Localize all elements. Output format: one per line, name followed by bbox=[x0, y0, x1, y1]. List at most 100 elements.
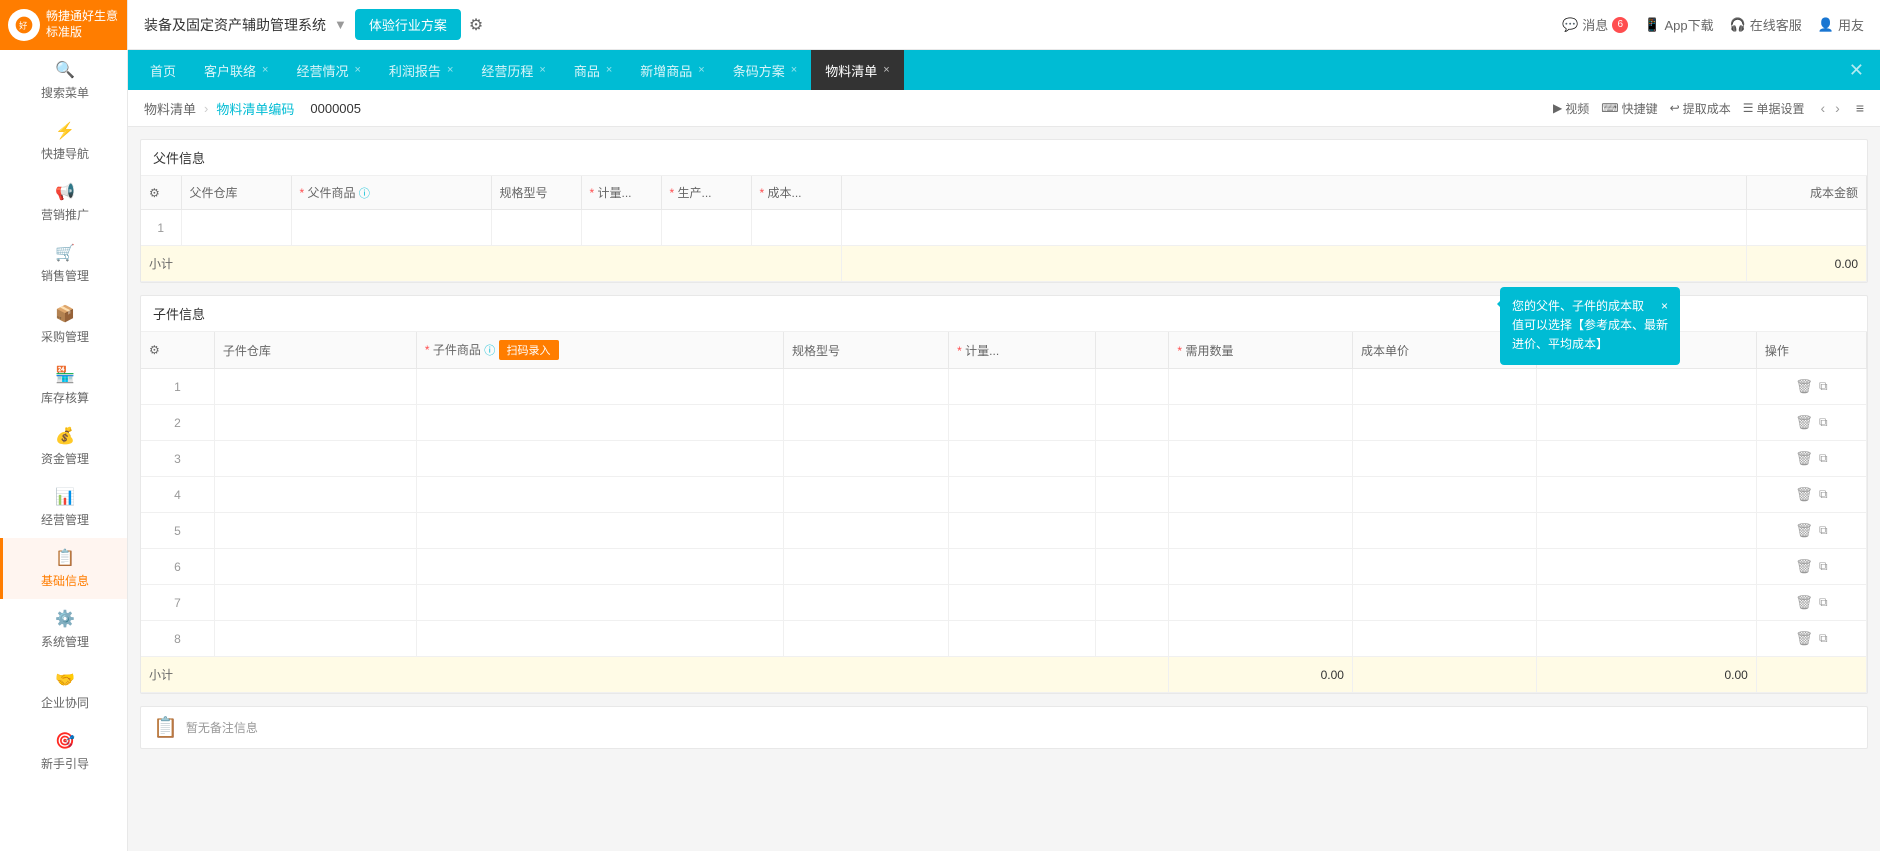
child-product-cell[interactable] bbox=[416, 585, 783, 621]
delete-row-icon[interactable]: 🗑 bbox=[1795, 378, 1813, 395]
parent-spec-cell[interactable] bbox=[491, 210, 581, 246]
tab-goods[interactable]: 商品 × bbox=[560, 50, 626, 90]
single-setting-button[interactable]: ☰ 单据设置 bbox=[1743, 100, 1805, 117]
tab-close-new-goods[interactable]: × bbox=[698, 64, 704, 76]
child-qty-cell[interactable] bbox=[1169, 441, 1353, 477]
child-spec-cell[interactable] bbox=[783, 549, 948, 585]
child-price-cell[interactable] bbox=[1352, 585, 1536, 621]
child-price-cell[interactable] bbox=[1352, 369, 1536, 405]
shortcut-button[interactable]: ⌨ 快捷键 bbox=[1601, 100, 1657, 117]
trial-button[interactable]: 体验行业方案 bbox=[355, 9, 461, 40]
child-unit-cell[interactable] bbox=[949, 441, 1096, 477]
copy-row-icon[interactable]: ⧉ bbox=[1819, 451, 1828, 466]
child-qty-cell[interactable] bbox=[1169, 585, 1353, 621]
copy-row-icon[interactable]: ⧉ bbox=[1819, 379, 1828, 394]
online-service-button[interactable]: 🎧 在线客服 bbox=[1730, 15, 1802, 34]
child-warehouse-cell[interactable] bbox=[214, 621, 416, 657]
child-spec-cell[interactable] bbox=[783, 477, 948, 513]
child-column-settings-icon[interactable]: ⚙ bbox=[149, 343, 160, 357]
child-warehouse-cell[interactable] bbox=[214, 405, 416, 441]
child-warehouse-cell[interactable] bbox=[214, 549, 416, 585]
child-spec-cell[interactable] bbox=[783, 441, 948, 477]
child-warehouse-cell[interactable] bbox=[214, 441, 416, 477]
child-product-cell[interactable] bbox=[416, 621, 783, 657]
parent-cost-cell[interactable] bbox=[751, 210, 841, 246]
child-warehouse-cell[interactable] bbox=[214, 585, 416, 621]
child-product-cell[interactable] bbox=[416, 549, 783, 585]
sidebar-item-purchase[interactable]: 📦 采购管理 bbox=[0, 294, 127, 355]
user-menu-button[interactable]: 👤 用友 bbox=[1818, 15, 1864, 34]
child-spec-cell[interactable] bbox=[783, 621, 948, 657]
child-product-cell[interactable] bbox=[416, 369, 783, 405]
tooltip-close-button[interactable]: × bbox=[1661, 297, 1668, 316]
copy-row-icon[interactable]: ⧉ bbox=[1819, 559, 1828, 574]
child-product-cell[interactable] bbox=[416, 513, 783, 549]
child-price-cell[interactable] bbox=[1352, 477, 1536, 513]
child-spec-cell[interactable] bbox=[783, 405, 948, 441]
child-product-cell[interactable] bbox=[416, 405, 783, 441]
tab-home[interactable]: 首页 bbox=[136, 50, 190, 90]
child-qty-cell[interactable] bbox=[1169, 513, 1353, 549]
tab-close-barcode[interactable]: × bbox=[791, 64, 797, 76]
child-unit-cell[interactable] bbox=[949, 621, 1096, 657]
child-qty-cell[interactable] bbox=[1169, 405, 1353, 441]
parent-warehouse-cell[interactable] bbox=[181, 210, 291, 246]
tab-close-customer[interactable]: × bbox=[262, 64, 268, 76]
copy-row-icon[interactable]: ⧉ bbox=[1819, 415, 1828, 430]
dropdown-arrow-icon[interactable]: ▼ bbox=[334, 17, 347, 32]
child-warehouse-cell[interactable] bbox=[214, 513, 416, 549]
child-unit-cell[interactable] bbox=[949, 477, 1096, 513]
parent-prod-cell[interactable] bbox=[661, 210, 751, 246]
parent-product-cell[interactable] bbox=[291, 210, 491, 246]
sidebar-item-search[interactable]: 🔍 搜索菜单 bbox=[0, 50, 127, 111]
tab-close-history[interactable]: × bbox=[539, 64, 545, 76]
tab-close-profit[interactable]: × bbox=[447, 64, 453, 76]
view-video-button[interactable]: ▶ 视频 bbox=[1553, 100, 1589, 117]
sidebar-item-finance[interactable]: 💰 资金管理 bbox=[0, 416, 127, 477]
tab-close-goods[interactable]: × bbox=[606, 64, 612, 76]
child-unit-cell[interactable] bbox=[949, 369, 1096, 405]
tab-close-operation[interactable]: × bbox=[354, 64, 360, 76]
child-spec-cell[interactable] bbox=[783, 513, 948, 549]
child-qty-cell[interactable] bbox=[1169, 621, 1353, 657]
sidebar-item-system[interactable]: ⚙️ 系统管理 bbox=[0, 599, 127, 660]
tab-operation[interactable]: 经营情况 × bbox=[282, 50, 374, 90]
delete-row-icon[interactable]: 🗑 bbox=[1795, 450, 1813, 467]
tab-customer[interactable]: 客户联络 × bbox=[190, 50, 282, 90]
sidebar-item-basic[interactable]: 📋 基础信息 bbox=[0, 538, 127, 599]
child-spec-cell[interactable] bbox=[783, 369, 948, 405]
child-spec-cell[interactable] bbox=[783, 585, 948, 621]
tab-bom[interactable]: 物料清单 × bbox=[811, 50, 903, 90]
messages-button[interactable]: 💬 消息 6 bbox=[1562, 15, 1628, 34]
sidebar-item-collab[interactable]: 🤝 企业协同 bbox=[0, 660, 127, 721]
sidebar-item-marketing[interactable]: 📢 营销推广 bbox=[0, 172, 127, 233]
delete-row-icon[interactable]: 🗑 bbox=[1795, 486, 1813, 503]
child-price-cell[interactable] bbox=[1352, 549, 1536, 585]
sidebar-item-ops[interactable]: 📊 经营管理 bbox=[0, 477, 127, 538]
child-product-cell[interactable] bbox=[416, 477, 783, 513]
sidebar-item-guide[interactable]: 🎯 新手引导 bbox=[0, 721, 127, 782]
child-price-cell[interactable] bbox=[1352, 513, 1536, 549]
child-unit-cell[interactable] bbox=[949, 585, 1096, 621]
settings-icon[interactable]: ⚙ bbox=[469, 15, 483, 35]
child-price-cell[interactable] bbox=[1352, 405, 1536, 441]
sidebar-item-inventory[interactable]: 🏪 库存核算 bbox=[0, 355, 127, 416]
child-unit-cell[interactable] bbox=[949, 513, 1096, 549]
delete-row-icon[interactable]: 🗑 bbox=[1795, 414, 1813, 431]
copy-row-icon[interactable]: ⧉ bbox=[1819, 631, 1828, 646]
copy-row-icon[interactable]: ⧉ bbox=[1819, 523, 1828, 538]
extract-cost-button[interactable]: ↩ 提取成本 bbox=[1670, 100, 1731, 117]
child-warehouse-cell[interactable] bbox=[214, 477, 416, 513]
child-qty-cell[interactable] bbox=[1169, 477, 1353, 513]
tab-barcode[interactable]: 条码方案 × bbox=[719, 50, 811, 90]
copy-row-icon[interactable]: ⧉ bbox=[1819, 487, 1828, 502]
next-record-arrow[interactable]: › bbox=[1831, 98, 1844, 118]
tab-history[interactable]: 经营历程 × bbox=[467, 50, 559, 90]
scan-input-button[interactable]: 扫码录入 bbox=[499, 340, 559, 360]
delete-row-icon[interactable]: 🗑 bbox=[1795, 558, 1813, 575]
child-qty-cell[interactable] bbox=[1169, 549, 1353, 585]
child-price-cell[interactable] bbox=[1352, 441, 1536, 477]
sidebar-item-sales[interactable]: 🛒 销售管理 bbox=[0, 233, 127, 294]
child-unit-cell[interactable] bbox=[949, 549, 1096, 585]
delete-row-icon[interactable]: 🗑 bbox=[1795, 522, 1813, 539]
